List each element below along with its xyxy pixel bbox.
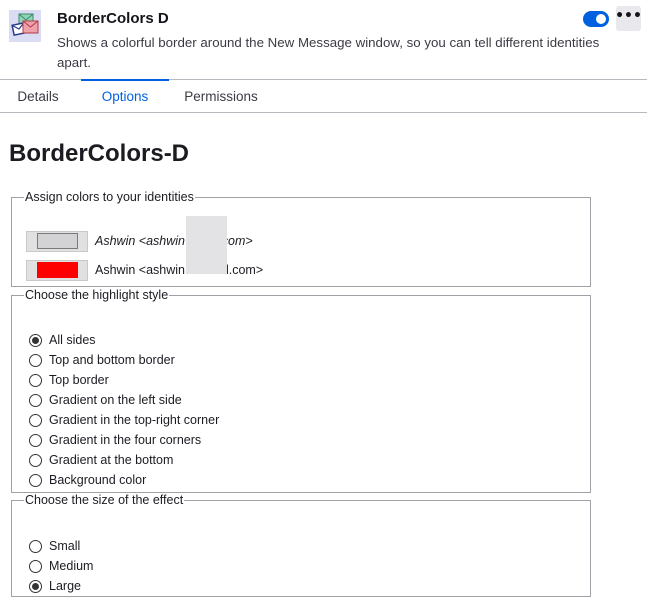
radio-gradient-four-corners[interactable]: Gradient in the four corners — [29, 430, 201, 450]
identities-legend: Assign colors to your identities — [25, 190, 194, 204]
radio-gradient-top-right[interactable]: Gradient in the top-right corner — [29, 410, 219, 430]
radio-label: Gradient in the top-right corner — [49, 413, 220, 427]
identity-row: Ashwin <ashwin hotmail.com> — [26, 259, 263, 281]
radio-button[interactable] — [29, 433, 42, 447]
effect-size-group: Choose the size of the effect Small Medi… — [11, 493, 591, 597]
radio-label: Small — [49, 539, 81, 553]
radio-label: Large — [49, 579, 81, 593]
radio-button[interactable] — [29, 579, 42, 593]
ellipsis-icon: ••• — [615, 7, 642, 24]
radio-gradient-left[interactable]: Gradient on the left side — [29, 390, 182, 410]
radio-button[interactable] — [29, 413, 42, 427]
highlight-style-group: Choose the highlight style All sides Top… — [11, 288, 591, 493]
radio-button[interactable] — [29, 353, 42, 367]
more-options-button[interactable]: ••• — [615, 6, 642, 31]
radio-label: Top and bottom border — [49, 353, 175, 367]
redacted-area — [186, 216, 227, 274]
radio-label: Top border — [49, 373, 109, 387]
radio-button[interactable] — [29, 559, 42, 573]
radio-button[interactable] — [29, 393, 42, 407]
radio-background-color[interactable]: Background color — [29, 470, 146, 490]
radio-all-sides[interactable]: All sides — [29, 330, 96, 350]
tab-options[interactable]: Options — [81, 79, 169, 112]
radio-label: Gradient in the four corners — [49, 433, 202, 447]
radio-label: All sides — [49, 333, 96, 347]
radio-button[interactable] — [29, 373, 42, 387]
toggle-knob — [596, 14, 606, 24]
radio-top-bottom-border[interactable]: Top and bottom border — [29, 350, 175, 370]
tab-permissions[interactable]: Permissions — [176, 80, 266, 113]
page-title: BorderColors-D — [9, 140, 190, 167]
identity-label: Ashwin <ashwin gmail.com> — [95, 234, 253, 248]
effect-size-legend: Choose the size of the effect — [25, 493, 184, 507]
radio-label: Gradient on the left side — [49, 393, 182, 407]
color-swatch — [36, 262, 78, 278]
radio-large[interactable]: Large — [29, 576, 81, 596]
radio-button[interactable] — [29, 453, 42, 467]
highlight-style-legend: Choose the highlight style — [25, 288, 169, 302]
envelopes-icon — [9, 10, 41, 42]
enable-toggle[interactable] — [583, 11, 609, 27]
identity-label: Ashwin <ashwin hotmail.com> — [95, 263, 264, 277]
tab-bar: Details Options Permissions — [0, 79, 647, 113]
radio-small[interactable]: Small — [29, 536, 80, 556]
radio-button[interactable] — [29, 473, 42, 487]
radio-medium[interactable]: Medium — [29, 556, 93, 576]
radio-top-border[interactable]: Top border — [29, 370, 109, 390]
radio-gradient-bottom[interactable]: Gradient at the bottom — [29, 450, 173, 470]
color-swatch — [36, 233, 78, 249]
addon-name: BorderColors D — [57, 10, 169, 27]
radio-label: Medium — [49, 559, 94, 573]
color-picker-button[interactable] — [26, 230, 88, 252]
radio-button[interactable] — [29, 333, 42, 347]
tab-details[interactable]: Details — [0, 80, 76, 113]
radio-label: Gradient at the bottom — [49, 453, 174, 467]
addon-header: BorderColors D Shows a colorful border a… — [0, 0, 647, 80]
addon-description: Shows a colorful border around the New M… — [57, 35, 600, 70]
radio-button[interactable] — [29, 539, 42, 553]
color-picker-button[interactable] — [26, 259, 88, 281]
identities-group: Assign colors to your identities Ashwin … — [11, 190, 591, 287]
radio-label: Background color — [49, 473, 147, 487]
